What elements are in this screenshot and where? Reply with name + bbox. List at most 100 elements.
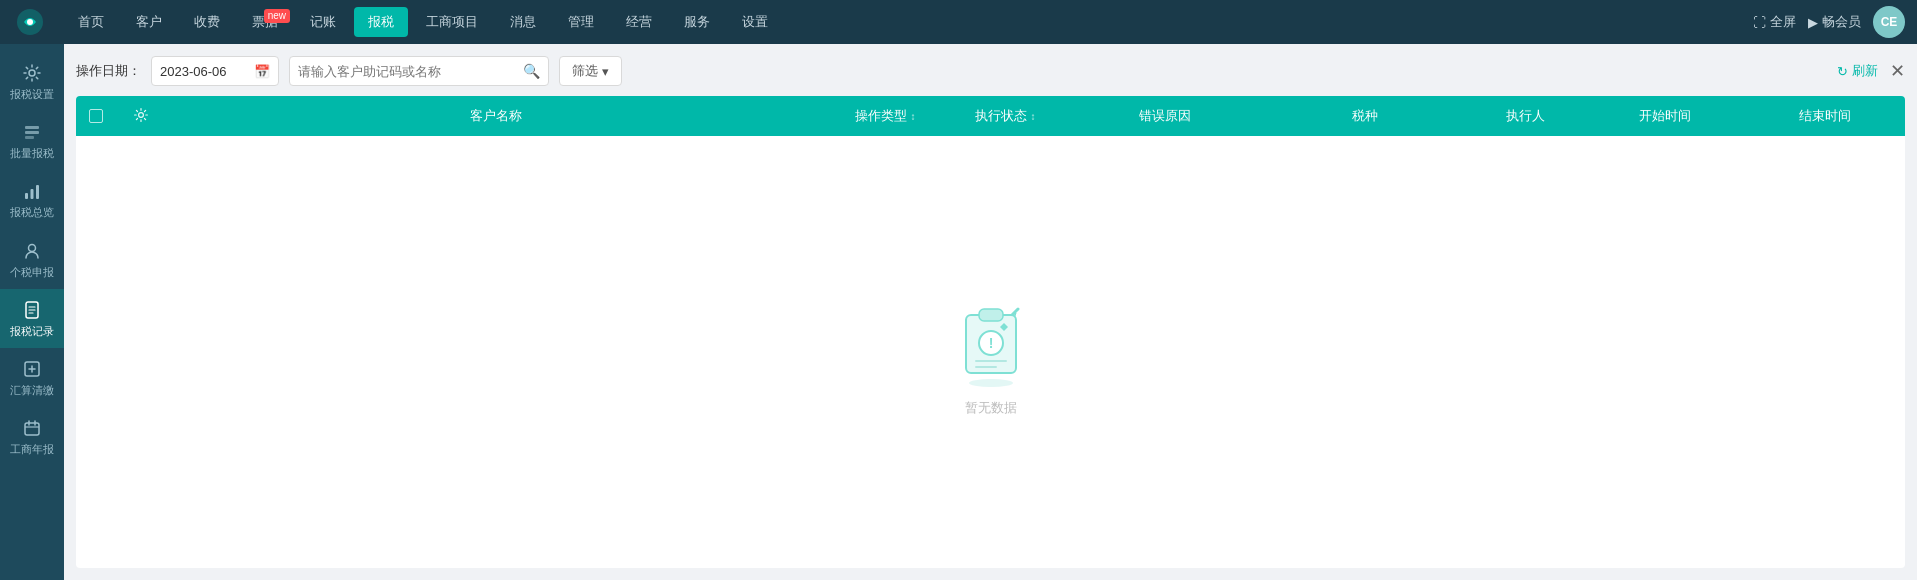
refresh-label: 刷新 — [1852, 62, 1878, 80]
search-wrap: 🔍 — [289, 56, 549, 86]
sidebar-item-piliang-baoshui[interactable]: 批量报税 — [0, 111, 64, 170]
th-label-customer-name: 客户名称 — [470, 107, 522, 125]
svg-rect-25 — [979, 309, 1003, 321]
top-nav-right: ⛶ 全屏 ▶ 畅会员 CE — [1753, 6, 1905, 38]
toolbar: 操作日期： 📅 🔍 筛选 ▾ ↻ 刷新 ✕ — [76, 56, 1905, 86]
nav-item-收费[interactable]: 收费 — [180, 7, 234, 37]
svg-rect-3 — [25, 126, 39, 129]
sidebar-item-label-huisuan-jiaona: 汇算清缴 — [10, 384, 54, 397]
th-label-tax-type: 税种 — [1352, 107, 1378, 125]
svg-text:!: ! — [988, 335, 993, 351]
table-scroll-area[interactable]: ! 暂无数据 — [76, 136, 1905, 568]
sidebar: 报税设置批量报税报税总览个税申报报税记录汇算清缴工商年报 — [0, 44, 64, 580]
th-error-reason: 错误原因 — [1065, 107, 1265, 125]
nav-item-工商项目[interactable]: 工商项目 — [412, 7, 492, 37]
person-tax-icon — [21, 240, 43, 262]
main-layout: 报税设置批量报税报税总览个税申报报税记录汇算清缴工商年报 操作日期： 📅 🔍 筛… — [0, 44, 1917, 580]
fullscreen-icon: ⛶ — [1753, 15, 1766, 30]
th-end-time: 结束时间 — [1745, 107, 1905, 125]
record-icon — [21, 299, 43, 321]
play-icon: ▶ — [1808, 15, 1818, 30]
th-label-operation-type: 操作类型 — [855, 107, 907, 125]
membership-label: 畅会员 — [1822, 13, 1861, 31]
th-exec-status[interactable]: 执行状态 ↕ — [945, 107, 1065, 125]
refresh-button[interactable]: ↻ 刷新 — [1837, 62, 1878, 80]
nav-item-客户[interactable]: 客户 — [122, 7, 176, 37]
th-customer-name: 客户名称 — [166, 107, 825, 125]
search-input[interactable] — [298, 64, 519, 79]
th-start-time: 开始时间 — [1585, 107, 1745, 125]
calc-icon — [21, 358, 43, 380]
fullscreen-label: 全屏 — [1770, 13, 1796, 31]
sidebar-item-baoshui-zonglang[interactable]: 报税总览 — [0, 170, 64, 229]
settings-icon — [21, 62, 43, 84]
nav-items: 首页客户收费票据new记账报税工商项目消息管理经营服务设置 — [64, 7, 1753, 37]
svg-rect-7 — [31, 189, 34, 199]
th-checkbox — [76, 109, 116, 123]
empty-text: 暂无数据 — [965, 399, 1017, 417]
date-label: 操作日期： — [76, 62, 141, 80]
app-logo — [12, 4, 48, 40]
empty-state: ! 暂无数据 — [76, 136, 1905, 568]
sidebar-item-baoshui-shezhi[interactable]: 报税设置 — [0, 52, 64, 111]
refresh-icon: ↻ — [1837, 64, 1848, 79]
column-settings-icon[interactable] — [133, 107, 149, 126]
calendar-icon[interactable]: 📅 — [254, 64, 270, 79]
nav-item-票据[interactable]: 票据new — [238, 7, 292, 37]
date-input-wrap: 📅 — [151, 56, 279, 86]
th-executor: 执行人 — [1465, 107, 1585, 125]
membership-button[interactable]: ▶ 畅会员 — [1808, 13, 1861, 31]
sidebar-item-geshuishenbao[interactable]: 个税申报 — [0, 230, 64, 289]
nav-badge: new — [264, 9, 290, 23]
sidebar-item-label-geshuishenbao: 个税申报 — [10, 266, 54, 279]
nav-item-记账[interactable]: 记账 — [296, 7, 350, 37]
svg-rect-8 — [36, 185, 39, 199]
sidebar-item-label-baoshui-jilu: 报税记录 — [10, 325, 54, 338]
th-label-start-time: 开始时间 — [1639, 107, 1691, 125]
nav-item-消息[interactable]: 消息 — [496, 7, 550, 37]
svg-rect-6 — [25, 193, 28, 199]
overview-icon — [21, 180, 43, 202]
table-container: 客户名称 操作类型 ↕ 执行状态 ↕ 错误原因 税种 执行人 开始时间 结束时间 ! — [76, 96, 1905, 568]
fullscreen-button[interactable]: ⛶ 全屏 — [1753, 13, 1796, 31]
sort-icon-operation-type[interactable]: ↕ — [911, 111, 916, 122]
svg-point-31 — [969, 379, 1013, 387]
sidebar-item-gongshang-nianbao[interactable]: 工商年报 — [0, 407, 64, 466]
sidebar-item-label-baoshui-shezhi: 报税设置 — [10, 88, 54, 101]
date-input[interactable] — [160, 64, 250, 79]
nav-item-设置[interactable]: 设置 — [728, 7, 782, 37]
content-area: 操作日期： 📅 🔍 筛选 ▾ ↻ 刷新 ✕ 客户 — [64, 44, 1917, 580]
svg-rect-5 — [25, 136, 34, 139]
avatar[interactable]: CE — [1873, 6, 1905, 38]
svg-point-2 — [29, 70, 35, 76]
svg-point-1 — [27, 19, 33, 25]
close-button[interactable]: ✕ — [1890, 62, 1905, 80]
sidebar-item-label-gongshang-nianbao: 工商年报 — [10, 443, 54, 456]
sidebar-item-huisuan-jiaona[interactable]: 汇算清缴 — [0, 348, 64, 407]
empty-illustration: ! — [946, 287, 1036, 387]
table-header: 客户名称 操作类型 ↕ 执行状态 ↕ 错误原因 税种 执行人 开始时间 结束时间 — [76, 96, 1905, 136]
sort-icon-exec-status[interactable]: ↕ — [1031, 111, 1036, 122]
th-operation-type[interactable]: 操作类型 ↕ — [825, 107, 945, 125]
svg-rect-17 — [25, 423, 39, 435]
select-all-checkbox[interactable] — [89, 109, 103, 123]
th-label-error-reason: 错误原因 — [1139, 107, 1191, 125]
svg-point-9 — [29, 244, 36, 251]
nav-item-服务[interactable]: 服务 — [670, 7, 724, 37]
th-tax-type: 税种 — [1265, 107, 1465, 125]
th-settings — [116, 107, 166, 126]
th-label-exec-status: 执行状态 — [975, 107, 1027, 125]
sidebar-item-baoshui-jilu[interactable]: 报税记录 — [0, 289, 64, 348]
batch-icon — [21, 121, 43, 143]
svg-point-21 — [139, 112, 144, 117]
nav-item-管理[interactable]: 管理 — [554, 7, 608, 37]
nav-item-经营[interactable]: 经营 — [612, 7, 666, 37]
search-icon[interactable]: 🔍 — [523, 63, 540, 79]
top-navigation: 首页客户收费票据new记账报税工商项目消息管理经营服务设置 ⛶ 全屏 ▶ 畅会员… — [0, 0, 1917, 44]
th-label-end-time: 结束时间 — [1799, 107, 1851, 125]
svg-rect-4 — [25, 131, 39, 134]
filter-button[interactable]: 筛选 ▾ — [559, 56, 622, 86]
nav-item-首页[interactable]: 首页 — [64, 7, 118, 37]
chevron-down-icon: ▾ — [602, 64, 609, 79]
nav-item-报税[interactable]: 报税 — [354, 7, 408, 37]
